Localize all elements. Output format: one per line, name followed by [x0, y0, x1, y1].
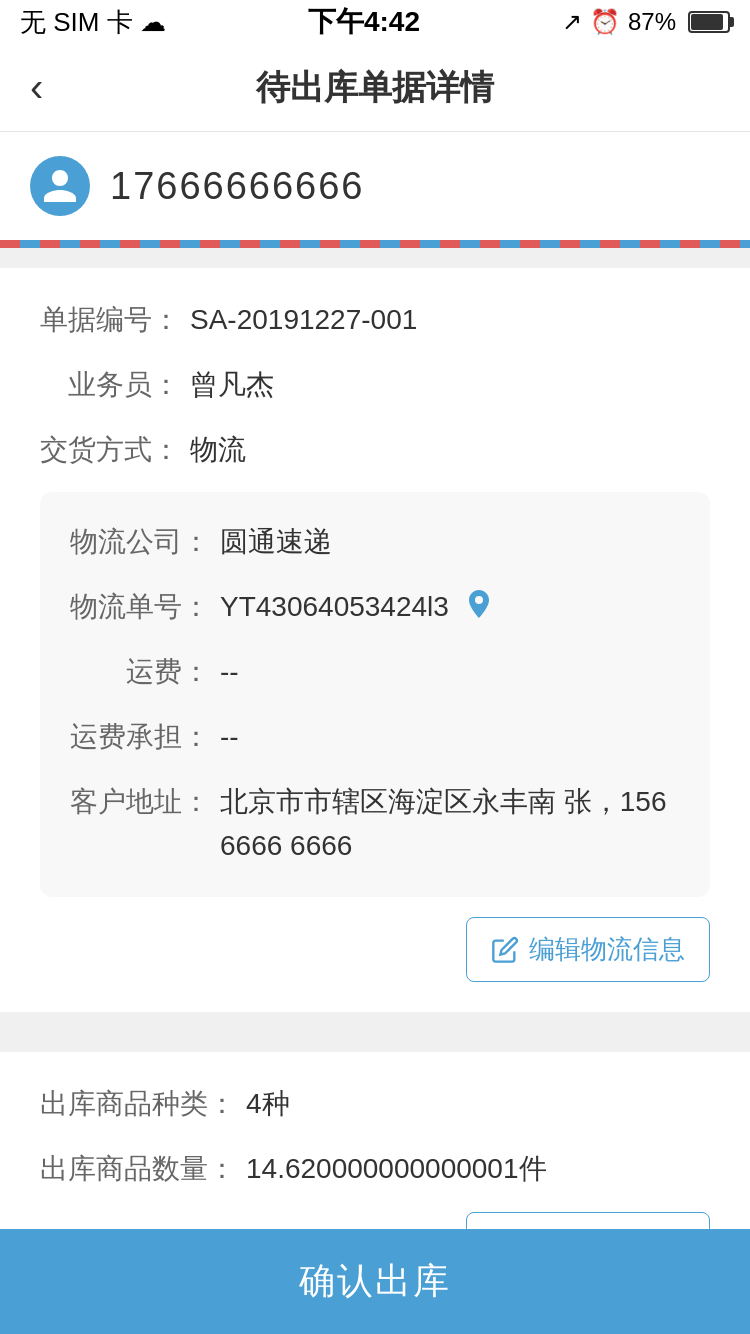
delivery-row: 交货方式： 物流 — [40, 428, 710, 473]
address-label: 客户地址： — [70, 780, 210, 825]
page-title: 待出库单据详情 — [256, 65, 494, 111]
status-left: 无 SIM 卡 ☁ — [20, 5, 166, 40]
order-no-row: 单据编号： SA-20191227-001 — [40, 298, 710, 343]
delivery-value: 物流 — [190, 428, 710, 473]
freight-bearer-value: -- — [220, 715, 680, 760]
confirm-button[interactable]: 确认出库 — [0, 1257, 750, 1306]
confirm-button-wrap: 确认出库 — [0, 1229, 750, 1334]
back-button[interactable]: ‹ — [30, 65, 43, 110]
edit-icon — [491, 936, 519, 964]
goods-types-value: 4种 — [246, 1082, 710, 1127]
goods-types-row: 出库商品种类： 4种 — [40, 1082, 710, 1127]
goods-quantity-value: 14.620000000000001件 — [246, 1147, 710, 1192]
delivery-label: 交货方式： — [40, 428, 180, 473]
order-info-section: 单据编号： SA-20191227-001 业务员： 曾凡杰 交货方式： 物流 … — [0, 268, 750, 1012]
freight-label: 运费： — [70, 650, 210, 695]
alarm-icon: ⏰ — [590, 8, 620, 36]
battery-percent: 87% — [628, 8, 676, 36]
edit-logistics-container: 编辑物流信息 — [40, 917, 710, 982]
edit-logistics-label: 编辑物流信息 — [529, 932, 685, 967]
location-status-icon: ↗ — [562, 8, 582, 36]
nav-bar: ‹ 待出库单据详情 — [0, 44, 750, 132]
status-bar: 无 SIM 卡 ☁ 下午4:42 ↗ ⏰ 87% — [0, 0, 750, 44]
logistics-company-value: 圆通速递 — [220, 520, 680, 565]
goods-quantity-row: 出库商品数量： 14.620000000000001件 — [40, 1147, 710, 1192]
section-divider — [0, 1012, 750, 1032]
tracking-number-text: YT43064053424l3 — [220, 585, 449, 630]
goods-quantity-label: 出库商品数量： — [40, 1147, 236, 1192]
edit-logistics-button[interactable]: 编辑物流信息 — [466, 917, 710, 982]
user-phone: 17666666666 — [110, 165, 364, 208]
dashed-divider — [0, 240, 750, 248]
logistics-box: 物流公司： 圆通速递 物流单号： YT43064053424l3 运费： -- … — [40, 492, 710, 897]
address-row: 客户地址： 北京市市辖区海淀区永丰南 张，156 6666 6666 — [70, 780, 680, 870]
logistics-trackingno-label: 物流单号： — [70, 585, 210, 630]
logistics-company-label: 物流公司： — [70, 520, 210, 565]
order-no-label: 单据编号： — [40, 298, 180, 343]
status-time: 下午4:42 — [308, 3, 420, 41]
user-header: 17666666666 — [0, 132, 750, 240]
logistics-company-row: 物流公司： 圆通速递 — [70, 520, 680, 565]
freight-row: 运费： -- — [70, 650, 680, 695]
logistics-trackingno-row: 物流单号： YT43064053424l3 — [70, 585, 680, 630]
freight-bearer-row: 运费承担： -- — [70, 715, 680, 760]
goods-types-label: 出库商品种类： — [40, 1082, 236, 1127]
freight-value: -- — [220, 650, 680, 695]
salesman-value: 曾凡杰 — [190, 363, 710, 408]
salesman-row: 业务员： 曾凡杰 — [40, 363, 710, 408]
battery-icon — [688, 11, 730, 33]
map-location-icon[interactable] — [461, 590, 497, 626]
address-value: 北京市市辖区海淀区永丰南 张，156 6666 6666 — [220, 780, 680, 870]
salesman-label: 业务员： — [40, 363, 180, 408]
user-avatar-icon — [40, 166, 80, 206]
avatar — [30, 156, 90, 216]
logistics-trackingno-value: YT43064053424l3 — [220, 585, 680, 630]
freight-bearer-label: 运费承担： — [70, 715, 210, 760]
sim-label: 无 SIM 卡 ☁ — [20, 5, 166, 40]
order-no-value: SA-20191227-001 — [190, 298, 710, 343]
status-right: ↗ ⏰ 87% — [562, 8, 730, 36]
